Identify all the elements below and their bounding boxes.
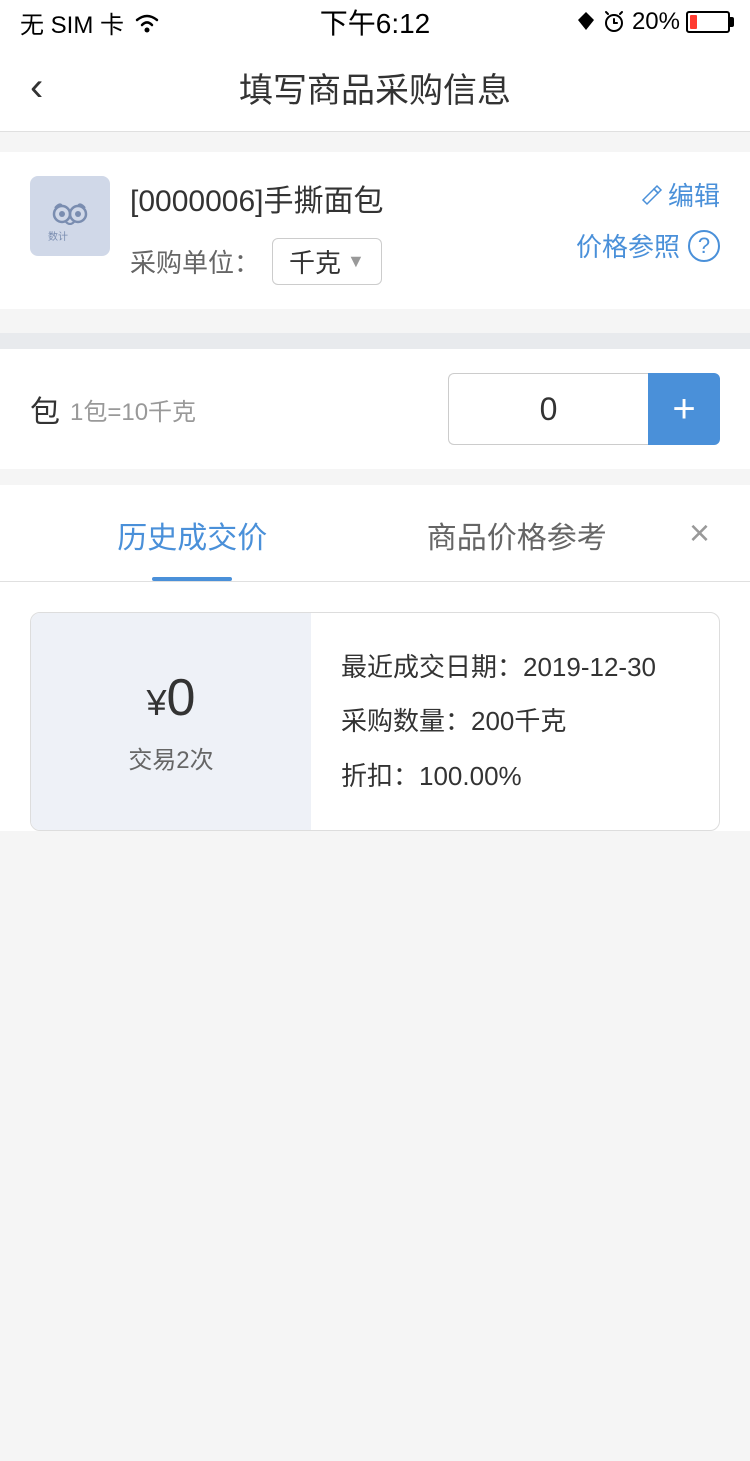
price-ref-right: 编辑 价格参照 ? [576,176,720,264]
wifi-icon [132,10,162,34]
section-divider [0,333,750,349]
product-card: 数计 [0000006]手撕面包 采购单位： 千克 ▼ [0,152,750,309]
qty-plus-button[interactable]: + [648,373,720,445]
date-label: 最近成交日期： [341,652,523,682]
history-price-value: ¥0 [147,668,196,728]
quantity-row: 包 1包=10千克 + [0,349,750,469]
edit-label: 编辑 [668,176,720,213]
product-icon: 数计 [40,186,100,246]
unit-label: 采购单位： [130,243,260,280]
qty-input[interactable] [448,373,648,445]
edit-link[interactable]: 编辑 [640,176,720,213]
edit-icon [640,183,664,207]
help-icon: ? [688,230,720,262]
tab-header: 历史成交价 商品价格参考 × [0,485,750,582]
unit-select[interactable]: 千克 ▼ [272,238,382,285]
qty-input-block: + [448,373,720,445]
price-ref-label: 价格参照 [576,227,680,264]
product-thumbnail: 数计 [30,176,110,256]
product-header: 数计 [0000006]手撕面包 采购单位： 千克 ▼ [30,176,720,285]
history-discount-row: 折扣：100.00% [341,758,689,794]
status-bar: 无 SIM 卡 下午6:12 20% [0,0,750,44]
product-info: [0000006]手撕面包 采购单位： 千克 ▼ [130,176,383,285]
currency-symbol: ¥ [147,682,167,723]
location-icon [576,10,596,34]
carrier-text: 无 SIM 卡 [20,5,124,40]
qty-value: 200千克 [471,706,566,736]
back-button[interactable]: ‹ [30,55,63,120]
history-qty-row: 采购数量：200千克 [341,703,689,739]
tab-active-indicator [152,577,232,581]
status-right: 20% [576,8,730,36]
status-time: 下午6:12 [320,2,431,42]
qty-unit-block: 包 1包=10千克 [30,387,448,431]
unit-value: 千克 [289,243,341,280]
qty-label: 采购数量： [341,706,471,736]
page-title: 填写商品采购信息 [239,63,511,112]
unit-arrow-icon: ▼ [347,251,365,272]
nav-bar: ‹ 填写商品采购信息 [0,44,750,132]
history-date-row: 最近成交日期：2019-12-30 [341,649,689,685]
tab-price-reference[interactable]: 商品价格参考 [354,485,678,581]
tab-close-button[interactable]: × [679,492,720,574]
price-ref-link[interactable]: 价格参照 ? [576,227,720,264]
date-value: 2019-12-30 [523,652,656,682]
svg-text:数计: 数计 [48,230,68,243]
product-left: 数计 [0000006]手撕面包 采购单位： 千克 ▼ [30,176,383,285]
product-unit-row: 采购单位： 千克 ▼ [130,238,383,285]
alarm-icon [602,10,626,34]
status-left: 无 SIM 卡 [20,5,162,40]
battery-icon [686,11,730,33]
battery-percent: 20% [632,8,680,36]
qty-conversion: 1包=10千克 [70,392,196,427]
discount-value: 100.00% [419,761,522,791]
history-trades-label: 交易2次 [128,740,213,775]
page-background [0,861,750,1461]
discount-label: 折扣： [341,761,419,791]
tab-history-price[interactable]: 历史成交价 [30,485,354,581]
tab-section: 历史成交价 商品价格参考 × ¥0 交易2次 最近成交日期：2019-12-30… [0,485,750,831]
history-card: ¥0 交易2次 最近成交日期：2019-12-30 采购数量：200千克 折扣：… [30,612,720,831]
product-name: [0000006]手撕面包 [130,176,383,220]
history-price-block: ¥0 交易2次 [31,613,311,830]
qty-unit-label: 包 [30,387,60,431]
history-details: 最近成交日期：2019-12-30 采购数量：200千克 折扣：100.00% [311,613,719,830]
